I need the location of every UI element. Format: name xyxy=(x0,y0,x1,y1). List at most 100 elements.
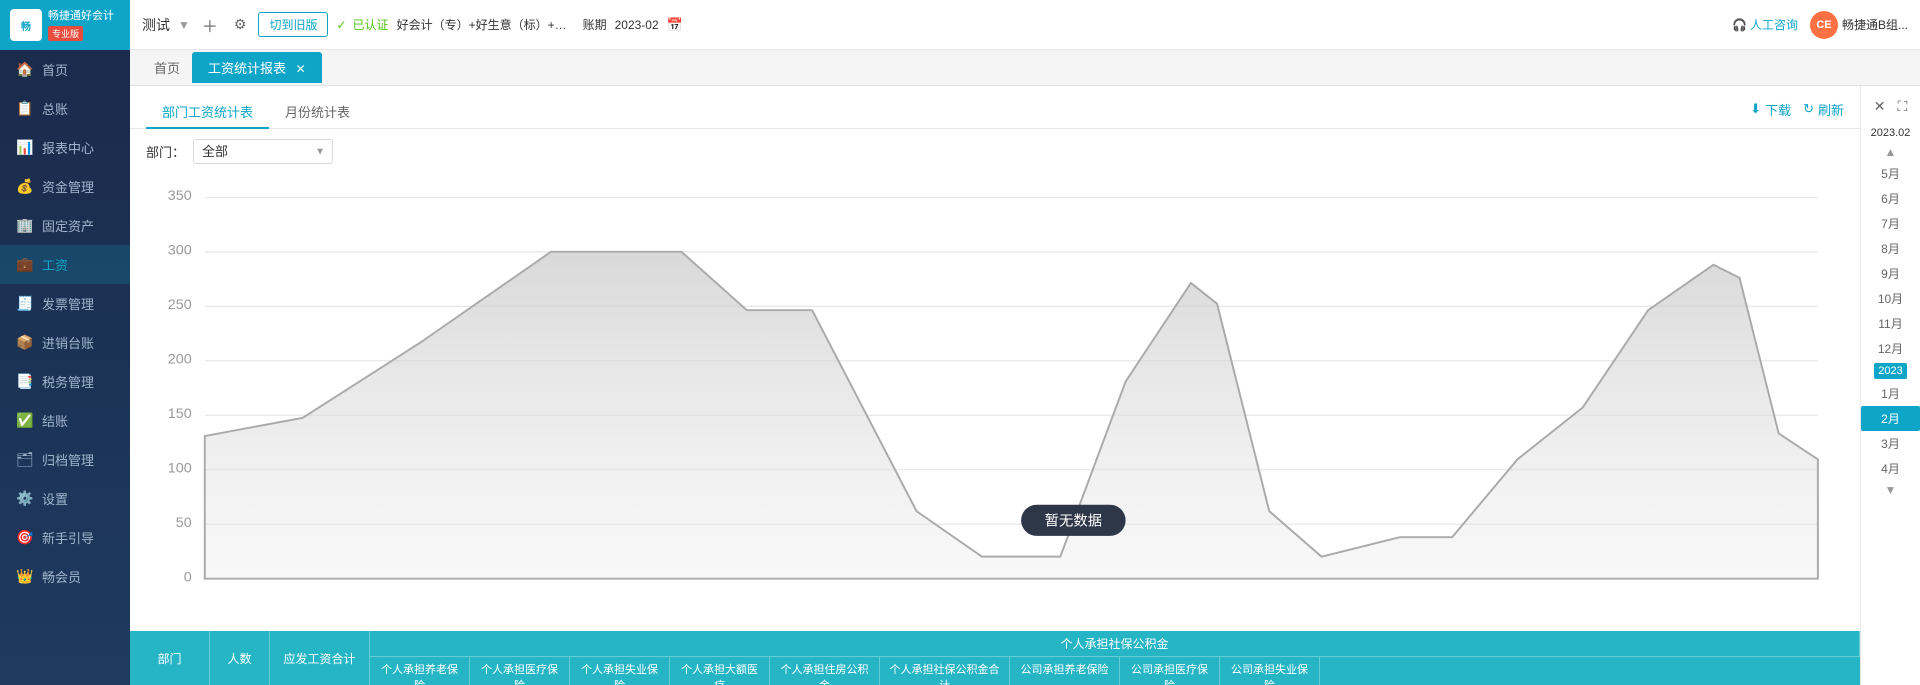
switch-old-version-button[interactable]: 切到旧版 xyxy=(258,12,328,37)
logo-icon: 畅 xyxy=(10,9,42,41)
home-icon: 🏠 xyxy=(16,61,34,79)
sidebar-item-report[interactable]: 📊 报表中心 xyxy=(0,128,130,167)
sidebar-item-settle[interactable]: ✅ 结账 xyxy=(0,401,130,440)
sidebar-item-salary[interactable]: 💼 工资 xyxy=(0,245,130,284)
tab-close-icon[interactable]: ✕ xyxy=(296,62,306,76)
tab-home[interactable]: 首页 xyxy=(142,52,192,83)
svg-text:0: 0 xyxy=(184,569,192,585)
month-7[interactable]: 7月 xyxy=(1861,211,1920,236)
help-button[interactable]: 🎧 人工咨询 xyxy=(1732,16,1798,33)
archive-icon: 🗂 xyxy=(16,451,34,469)
month-1[interactable]: 1月 xyxy=(1861,381,1920,406)
sidebar-item-label: 新手引导 xyxy=(42,528,94,547)
refresh-icon: ↻ xyxy=(1803,101,1814,117)
svg-text:250: 250 xyxy=(168,297,192,313)
right-panel: ✕ ⛶ 2023.02 ▲ 5月 6月 7月 8月 9月 10月 11月 12月… xyxy=(1860,86,1920,685)
th-company-pension: 公司承担养老保险 xyxy=(1010,657,1120,685)
gear-button[interactable]: ⚙ xyxy=(230,14,251,35)
th-headcount: 人数 xyxy=(210,631,270,685)
month-9[interactable]: 9月 xyxy=(1861,261,1920,286)
svg-text:200: 200 xyxy=(168,351,192,367)
sidebar: 畅 畅捷通好会计 专业版 🏠 首页 📋 总账 📊 报表中心 💰 资金管理 🏢 固… xyxy=(0,0,130,685)
sidebar-item-guide[interactable]: 🎯 新手引导 xyxy=(0,518,130,557)
month-12[interactable]: 12月 xyxy=(1861,336,1920,361)
month-3[interactable]: 3月 xyxy=(1861,431,1920,456)
th-dept: 部门 xyxy=(130,631,210,685)
th-personal-housing: 个人承担住房公积金 xyxy=(770,657,880,685)
refresh-button[interactable]: ↻ 刷新 xyxy=(1803,100,1844,119)
month-6[interactable]: 6月 xyxy=(1861,186,1920,211)
expand-panel-button[interactable]: ⛶ xyxy=(1893,94,1911,119)
scroll-up-button[interactable]: ▲ xyxy=(1883,143,1899,161)
sidebar-item-fund[interactable]: 💰 资金管理 xyxy=(0,167,130,206)
fund-icon: 💰 xyxy=(16,178,34,196)
settings-icon: ⚙️ xyxy=(16,490,34,508)
svg-text:100: 100 xyxy=(168,460,192,476)
sidebar-item-vip[interactable]: 👑 畅会员 xyxy=(0,557,130,596)
sidebar-item-label: 资金管理 xyxy=(42,177,94,196)
sidebar-item-sales[interactable]: 📦 进销台账 xyxy=(0,323,130,362)
salary-chart: 350 300 250 200 150 100 50 0 xyxy=(146,174,1844,615)
subtab-dept[interactable]: 部门工资统计表 xyxy=(146,96,269,129)
month-11[interactable]: 11月 xyxy=(1861,311,1920,336)
salary-icon: 💼 xyxy=(16,256,34,274)
topbar-right: 🎧 人工咨询 CE 畅捷通B组... xyxy=(1732,11,1908,39)
th-personal-group: 个人承担社保公积金 个人承担养老保险 个人承担医疗保险 个人承担失业保险 个人承… xyxy=(370,631,1860,685)
vip-icon: 👑 xyxy=(16,568,34,586)
app-logo: 畅 畅捷通好会计 专业版 xyxy=(0,0,130,50)
sidebar-item-label: 工资 xyxy=(42,255,68,274)
personal-group-label: 个人承担社保公积金 xyxy=(370,631,1860,657)
sidebar-item-tax[interactable]: 📑 税务管理 xyxy=(0,362,130,401)
dept-select[interactable]: 全部 xyxy=(193,139,333,164)
tax-icon: 📑 xyxy=(16,373,34,391)
close-panel-button[interactable]: ✕ xyxy=(1870,94,1890,119)
sidebar-item-archive[interactable]: 🗂 归档管理 xyxy=(0,440,130,479)
calendar-icon[interactable]: 📅 xyxy=(667,17,683,33)
subtab-actions: ⬇ 下载 ↻ 刷新 xyxy=(1750,100,1844,125)
username: 畅捷通B组... xyxy=(1842,16,1908,33)
company-title: 测试 xyxy=(142,15,170,35)
sidebar-item-label: 畅会员 xyxy=(42,567,81,586)
th-personal-total: 个人承担社保公积金合计 xyxy=(880,657,1010,685)
th-personal-major-medical: 个人承担大额医疗 xyxy=(670,657,770,685)
company-dropdown-arrow[interactable]: ▼ xyxy=(178,18,190,32)
topbar: 测试 ▼ ＋ ⚙ 切到旧版 ✓ 已认证 好会计（专）+好生意（标）+… 账期 2… xyxy=(130,0,1920,50)
sidebar-item-invoice[interactable]: 🧾 发票管理 xyxy=(0,284,130,323)
app-name: 畅捷通好会计 xyxy=(48,9,114,23)
tab-salary-report[interactable]: 工资统计报表 ✕ xyxy=(192,52,322,83)
th-personal-medical: 个人承担医疗保险 xyxy=(470,657,570,685)
month-2-active[interactable]: 2月 xyxy=(1861,406,1920,431)
logo-text-block: 畅捷通好会计 专业版 xyxy=(48,9,114,40)
month-8[interactable]: 8月 xyxy=(1861,236,1920,261)
invoice-icon: 🧾 xyxy=(16,295,34,313)
settle-icon: ✅ xyxy=(16,412,34,430)
add-button[interactable]: ＋ xyxy=(198,11,222,39)
sidebar-item-label: 首页 xyxy=(42,60,68,79)
report-icon: 📊 xyxy=(16,139,34,157)
subtab-month[interactable]: 月份统计表 xyxy=(269,96,366,129)
sidebar-item-asset[interactable]: 🏢 固定资产 xyxy=(0,206,130,245)
guide-icon: 🎯 xyxy=(16,529,34,547)
th-personal-unemploy: 个人承担失业保险 xyxy=(570,657,670,685)
sidebar-item-ledger[interactable]: 📋 总账 xyxy=(0,89,130,128)
sidebar-item-settings[interactable]: ⚙️ 设置 xyxy=(0,479,130,518)
user-menu[interactable]: CE 畅捷通B组... xyxy=(1810,11,1908,39)
month-5[interactable]: 5月 xyxy=(1861,161,1920,186)
year-2023-tag[interactable]: 2023 xyxy=(1874,363,1906,379)
sidebar-item-home[interactable]: 🏠 首页 xyxy=(0,50,130,89)
certified-status: ✓ 已认证 xyxy=(336,16,388,33)
personal-group-cols: 个人承担养老保险 个人承担医疗保险 个人承担失业保险 个人承担大额医疗 个人承担… xyxy=(370,657,1860,685)
th-salary: 应发工资合计 xyxy=(270,631,370,685)
download-button[interactable]: ⬇ 下载 xyxy=(1750,100,1791,119)
th-company-medical: 公司承担医疗保险 xyxy=(1120,657,1220,685)
dept-select-wrapper: 全部 ▼ xyxy=(193,139,333,164)
month-4[interactable]: 4月 xyxy=(1861,456,1920,481)
table-header-row: 部门 人数 应发工资合计 个人承担社保公积金 个人承担养老保险 个人承担医疗保险… xyxy=(130,631,1860,685)
sidebar-item-label: 设置 xyxy=(42,489,68,508)
svg-text:350: 350 xyxy=(168,188,192,204)
asset-icon: 🏢 xyxy=(16,217,34,235)
svg-text:暂无数据: 暂无数据 xyxy=(1045,513,1102,530)
scroll-down-button[interactable]: ▼ xyxy=(1883,481,1899,499)
content-area: 部门工资统计表 月份统计表 ⬇ 下载 ↻ 刷新 部门： xyxy=(130,86,1920,685)
month-10[interactable]: 10月 xyxy=(1861,286,1920,311)
